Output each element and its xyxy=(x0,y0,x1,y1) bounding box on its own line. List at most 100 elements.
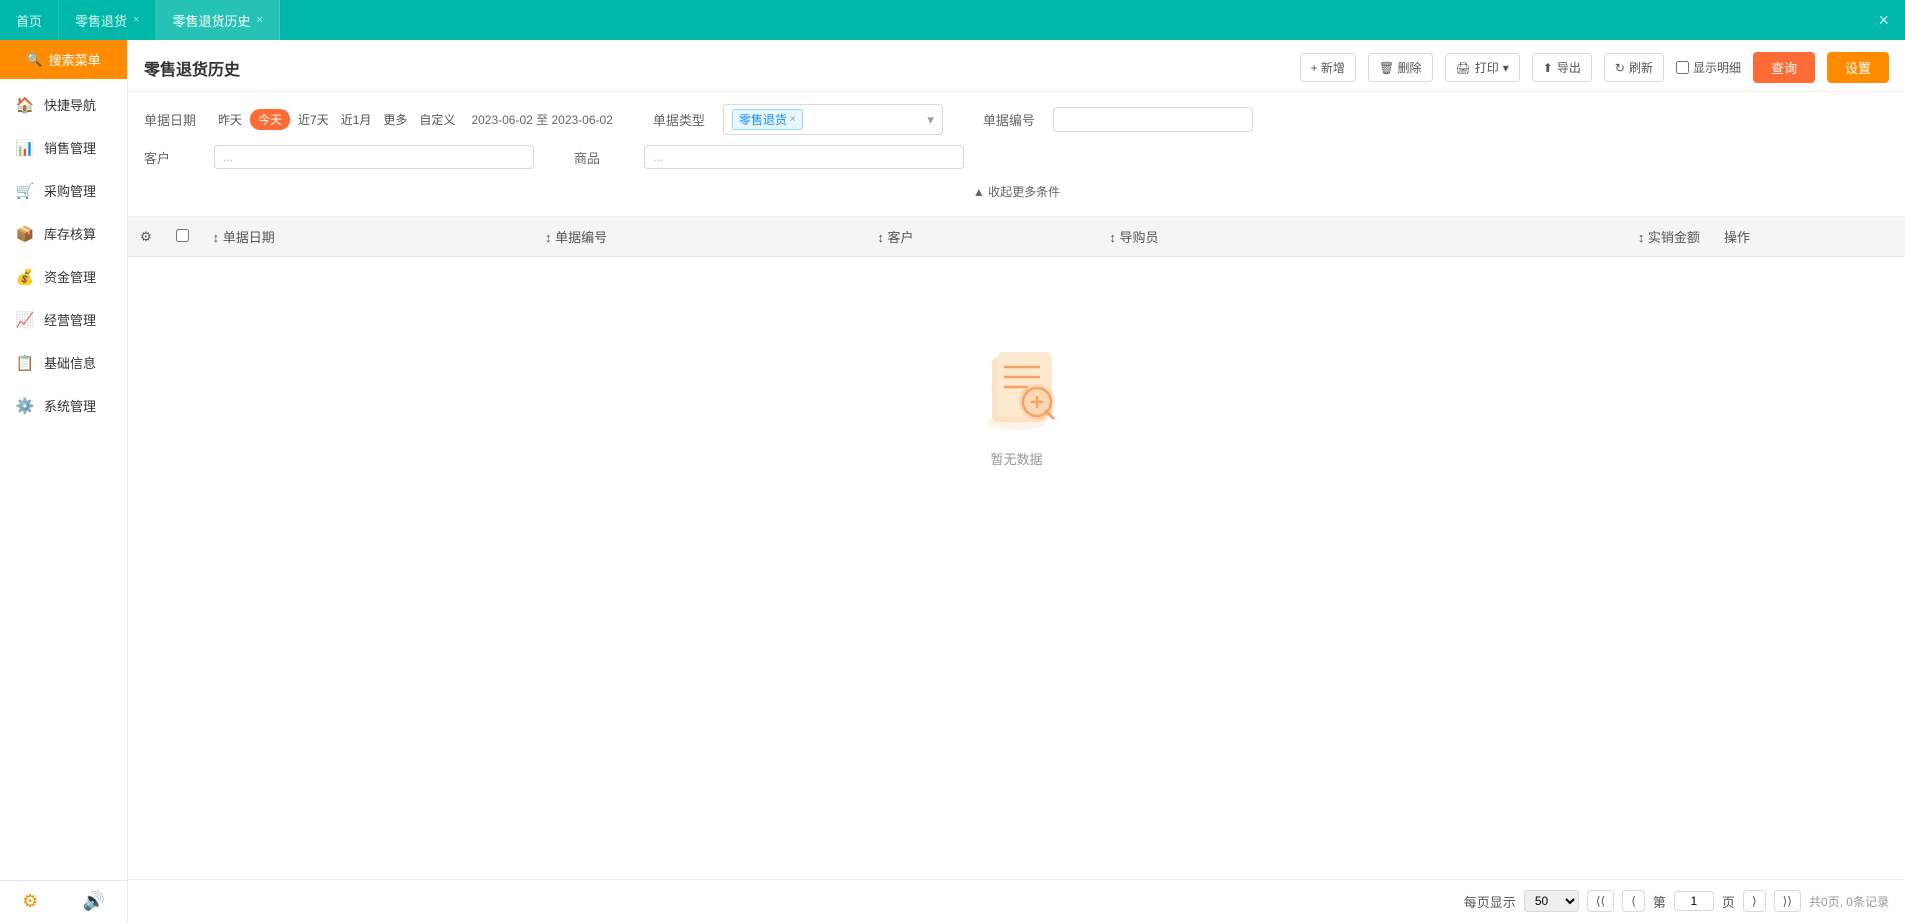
current-page-input[interactable] xyxy=(1674,891,1714,911)
sidebar-item-finance[interactable]: 💰 资金管理 xyxy=(0,255,127,298)
table-area: ⚙ ↕ 单据日期 ↕ 单据编号 xyxy=(128,217,1905,879)
display-toggle-label: 显示明细 xyxy=(1693,59,1741,76)
tab-retail-return-history[interactable]: 零售退货历史 × xyxy=(156,0,279,40)
content-area: 零售退货历史 + 新增 🗑 删除 🖨 打印 ▾ ⬆ 导出 xyxy=(128,40,1905,922)
number-label: 单据编号 xyxy=(983,110,1053,129)
tab-home[interactable]: 首页 xyxy=(0,0,59,40)
tab-retail-return[interactable]: 零售退货 × xyxy=(59,0,156,40)
refresh-icon: ↻ xyxy=(1615,61,1625,75)
type-tag-close[interactable]: × xyxy=(790,114,796,125)
new-button[interactable]: + 新增 xyxy=(1300,53,1356,82)
print-label: 打印 xyxy=(1475,59,1499,76)
tab-retail-return-label: 零售退货 xyxy=(75,11,127,30)
data-table: ⚙ ↕ 单据日期 ↕ 单据编号 xyxy=(128,217,1905,548)
table-header-row: ⚙ ↕ 单据日期 ↕ 单据编号 xyxy=(128,217,1905,257)
customer-ellipsis: ... xyxy=(223,150,233,164)
page-title: 零售退货历史 xyxy=(144,56,240,80)
first-page-button[interactable]: ⟨⟨ xyxy=(1587,890,1614,912)
table-select-all-checkbox[interactable] xyxy=(176,229,189,242)
page-label: 第 xyxy=(1653,892,1666,911)
top-bar: 首页 零售退货 × 零售退货历史 × × xyxy=(0,0,1905,40)
sidebar-item-sales-label: 销售管理 xyxy=(44,138,96,157)
header-actions: + 新增 🗑 删除 🖨 打印 ▾ ⬆ 导出 ↻ xyxy=(1300,52,1889,83)
tab-retail-return-history-close[interactable]: × xyxy=(256,14,262,26)
col-salesperson: ↕ 导购员 xyxy=(1097,217,1379,257)
tab-retail-return-close[interactable]: × xyxy=(133,14,139,26)
type-tag-label: 零售退货 xyxy=(739,111,787,128)
sidebar-item-basic-info-label: 基础信息 xyxy=(44,353,96,372)
type-tag: 零售退货 × xyxy=(732,109,803,130)
display-toggle-checkbox[interactable] xyxy=(1676,61,1689,74)
prev-page-button[interactable]: ⟨ xyxy=(1622,890,1645,912)
total-info: 共0页, 0条记录 xyxy=(1809,893,1889,910)
export-icon: ⬆ xyxy=(1543,61,1553,75)
sidebar-item-purchase-label: 采购管理 xyxy=(44,181,96,200)
sidebar-item-system-label: 系统管理 xyxy=(44,396,96,415)
date-opt-custom[interactable]: 自定义 xyxy=(415,109,459,130)
sidebar-item-purchase[interactable]: 🛒 采购管理 xyxy=(0,169,127,212)
table-settings-col: ⚙ xyxy=(128,217,164,257)
print-button[interactable]: 🖨 打印 ▾ xyxy=(1445,53,1520,82)
goods-label: 商品 xyxy=(574,148,644,167)
sidebar-nav: 🏠 快捷导航 📊 销售管理 🛒 采购管理 📦 库存核算 💰 资金管 xyxy=(0,79,127,880)
sidebar-item-operations[interactable]: 📈 经营管理 xyxy=(0,298,127,341)
customer-selector[interactable]: ... xyxy=(214,145,534,169)
sidebar-item-system[interactable]: ⚙️ 系统管理 xyxy=(0,384,127,427)
basic-info-icon: 📋 xyxy=(16,354,34,372)
settings-bottom-icon[interactable]: ⚙ xyxy=(22,891,38,912)
date-label: 单据日期 xyxy=(144,110,214,129)
sidebar-item-sales[interactable]: 📊 销售管理 xyxy=(0,126,127,169)
table-body: 暂无数据 xyxy=(128,257,1905,549)
sidebar-item-operations-label: 经营管理 xyxy=(44,310,96,329)
date-opt-today[interactable]: 今天 xyxy=(250,109,290,130)
refresh-button[interactable]: ↻ 刷新 xyxy=(1604,53,1664,82)
type-label: 单据类型 xyxy=(653,110,723,129)
query-button[interactable]: 查询 xyxy=(1753,52,1815,83)
page-size-select[interactable]: 20 50 100 xyxy=(1524,890,1579,912)
col-customer: ↕ 客户 xyxy=(865,217,1097,257)
sidebar-search[interactable]: 🔍 搜索菜单 xyxy=(0,40,127,79)
search-icon: 🔍 xyxy=(26,52,42,68)
export-button[interactable]: ⬆ 导出 xyxy=(1532,53,1592,82)
empty-row: 暂无数据 xyxy=(128,257,1905,549)
system-icon: ⚙️ xyxy=(16,397,34,415)
delete-button[interactable]: 🗑 删除 xyxy=(1368,53,1433,82)
tab-retail-return-history-label: 零售退货历史 xyxy=(172,11,250,30)
number-input[interactable] xyxy=(1053,107,1253,132)
display-toggle[interactable]: 显示明细 xyxy=(1676,59,1741,76)
type-selector[interactable]: 零售退货 × ▾ xyxy=(723,104,943,135)
sidebar-search-label: 搜索菜单 xyxy=(49,50,101,69)
sidebar-item-inventory[interactable]: 📦 库存核算 xyxy=(0,212,127,255)
tab-home-label: 首页 xyxy=(16,11,42,30)
col-actions-label: 操作 xyxy=(1724,230,1750,245)
sidebar-bottom: ⚙ 🔊 xyxy=(0,880,127,922)
col-customer-label: ↕ 客户 xyxy=(877,230,913,245)
table-settings-icon[interactable]: ⚙ xyxy=(140,229,152,244)
date-options: 昨天 今天 近7天 近1月 更多 自定义 2023-06-02 至 2023-0… xyxy=(214,109,613,130)
goods-selector[interactable]: ... xyxy=(644,145,964,169)
collapse-button[interactable]: ▲ 收起更多条件 xyxy=(961,179,1072,204)
date-opt-yesterday[interactable]: 昨天 xyxy=(214,109,246,130)
tab-list: 首页 零售退货 × 零售退货历史 × xyxy=(0,0,1878,40)
setting-button[interactable]: 设置 xyxy=(1827,52,1889,83)
sidebar-item-shortcuts[interactable]: 🏠 快捷导航 xyxy=(0,83,127,126)
operations-icon: 📈 xyxy=(16,311,34,329)
col-amount-label: ↕ 实销金额 xyxy=(1638,230,1700,245)
top-bar-right: × xyxy=(1878,10,1905,31)
date-opt-1month[interactable]: 近1月 xyxy=(337,109,376,130)
table-checkbox-col xyxy=(164,217,201,257)
last-page-button[interactable]: ⟩⟩ xyxy=(1774,890,1801,912)
sidebar-item-basic-info[interactable]: 📋 基础信息 xyxy=(0,341,127,384)
volume-icon[interactable]: 🔊 xyxy=(82,891,104,912)
window-close-icon[interactable]: × xyxy=(1878,10,1889,31)
date-opt-more[interactable]: 更多 xyxy=(379,109,411,130)
filter-area: 单据日期 昨天 今天 近7天 近1月 更多 自定义 2023-06-02 至 2… xyxy=(128,92,1905,217)
finance-icon: 💰 xyxy=(16,268,34,286)
next-page-button[interactable]: ⟩ xyxy=(1743,890,1766,912)
refresh-label: 刷新 xyxy=(1629,59,1653,76)
sidebar-item-inventory-label: 库存核算 xyxy=(44,224,96,243)
page-unit-label: 页 xyxy=(1722,892,1735,911)
col-amount: ↕ 实销金额 xyxy=(1380,217,1712,257)
date-opt-7days[interactable]: 近7天 xyxy=(294,109,333,130)
main-layout: 🔍 搜索菜单 🏠 快捷导航 📊 销售管理 🛒 采购管理 📦 xyxy=(0,40,1905,922)
